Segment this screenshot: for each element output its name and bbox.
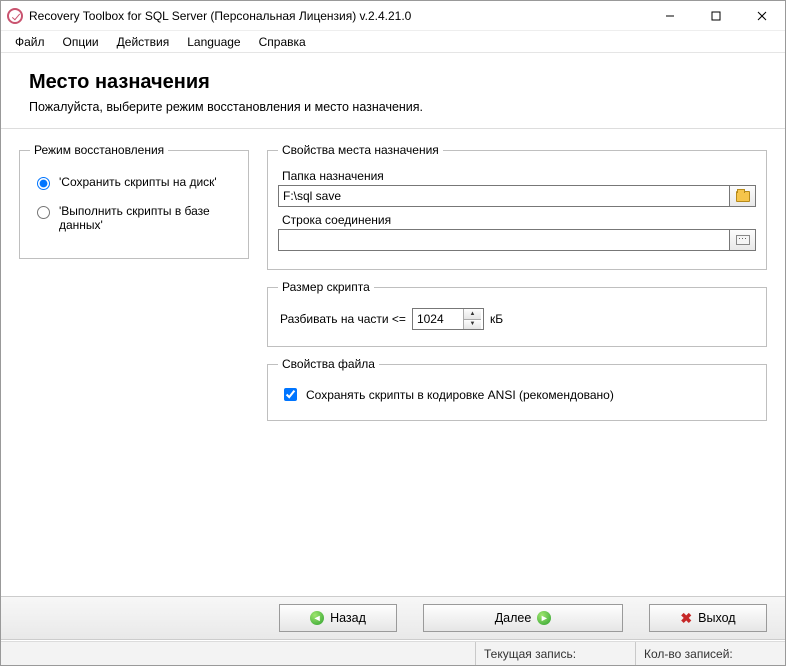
connection-label: Строка соединения [282, 213, 756, 227]
destination-legend: Свойства места назначения [278, 143, 443, 157]
maximize-button[interactable] [693, 1, 739, 31]
split-label: Разбивать на части <= [280, 312, 406, 326]
radio-save-to-disk[interactable]: 'Сохранить скрипты на диск' [32, 175, 238, 190]
next-button[interactable]: Далее ► [423, 604, 623, 632]
split-size-input[interactable] [413, 309, 463, 329]
page-subtitle: Пожалуйста, выберите режим восстановлени… [29, 100, 757, 114]
script-size-legend: Размер скрипта [278, 280, 374, 294]
window-title: Recovery Toolbox for SQL Server (Персона… [29, 9, 411, 23]
destination-group: Свойства места назначения Папка назначен… [267, 143, 767, 270]
status-bar: Текущая запись: Кол-во записей: [1, 641, 785, 665]
minimize-button[interactable] [647, 1, 693, 31]
status-current: Текущая запись: [475, 642, 635, 665]
wizard-button-bar: ◄ Назад Далее ► ✖ Выход [1, 596, 785, 640]
spin-up-button[interactable]: ▲ [463, 309, 481, 320]
content-area: Режим восстановления 'Сохранить скрипты … [1, 129, 785, 441]
exit-button-label: Выход [698, 611, 735, 625]
ansi-checkbox[interactable] [284, 388, 297, 401]
menu-actions[interactable]: Действия [109, 33, 178, 51]
app-icon [7, 8, 23, 24]
arrow-right-icon: ► [537, 611, 551, 625]
radio-exec-in-db-label: 'Выполнить скрипты в базе данных' [59, 204, 238, 232]
script-size-group: Размер скрипта Разбивать на части <= ▲ ▼… [267, 280, 767, 347]
back-button[interactable]: ◄ Назад [279, 604, 397, 632]
menu-help[interactable]: Справка [251, 33, 314, 51]
title-bar: Recovery Toolbox for SQL Server (Персона… [1, 1, 785, 31]
folder-icon [736, 191, 750, 202]
menu-file[interactable]: Файл [7, 33, 53, 51]
split-unit: кБ [490, 312, 503, 326]
recovery-mode-legend: Режим восстановления [30, 143, 168, 157]
radio-save-to-disk-input[interactable] [37, 177, 50, 190]
recovery-mode-group: Режим восстановления 'Сохранить скрипты … [19, 143, 249, 259]
page-title: Место назначения [29, 71, 757, 94]
radio-save-to-disk-label: 'Сохранить скрипты на диск' [59, 175, 217, 189]
arrow-left-icon: ◄ [310, 611, 324, 625]
file-props-group: Свойства файла Сохранять скрипты в кодир… [267, 357, 767, 421]
split-size-spinner[interactable]: ▲ ▼ [412, 308, 484, 330]
connection-input[interactable] [278, 229, 730, 251]
exit-button[interactable]: ✖ Выход [649, 604, 767, 632]
menu-bar: Файл Опции Действия Language Справка [1, 31, 785, 53]
folder-label: Папка назначения [282, 169, 756, 183]
connection-builder-button[interactable] [730, 229, 756, 251]
radio-exec-in-db-input[interactable] [37, 206, 50, 219]
ellipsis-icon [736, 235, 750, 245]
ansi-checkbox-row[interactable]: Сохранять скрипты в кодировке ANSI (реко… [278, 381, 756, 408]
next-button-label: Далее [495, 611, 532, 625]
spin-down-button[interactable]: ▼ [463, 320, 481, 330]
back-button-label: Назад [330, 611, 366, 625]
folder-input[interactable] [278, 185, 730, 207]
ansi-label: Сохранять скрипты в кодировке ANSI (реко… [306, 388, 614, 402]
close-icon: ✖ [680, 611, 692, 625]
menu-language[interactable]: Language [179, 33, 248, 51]
file-props-legend: Свойства файла [278, 357, 379, 371]
radio-exec-in-db[interactable]: 'Выполнить скрипты в базе данных' [32, 204, 238, 232]
page-header: Место назначения Пожалуйста, выберите ре… [1, 53, 785, 129]
close-button[interactable] [739, 1, 785, 31]
status-count: Кол-во записей: [635, 642, 785, 665]
browse-folder-button[interactable] [730, 185, 756, 207]
menu-options[interactable]: Опции [55, 33, 107, 51]
